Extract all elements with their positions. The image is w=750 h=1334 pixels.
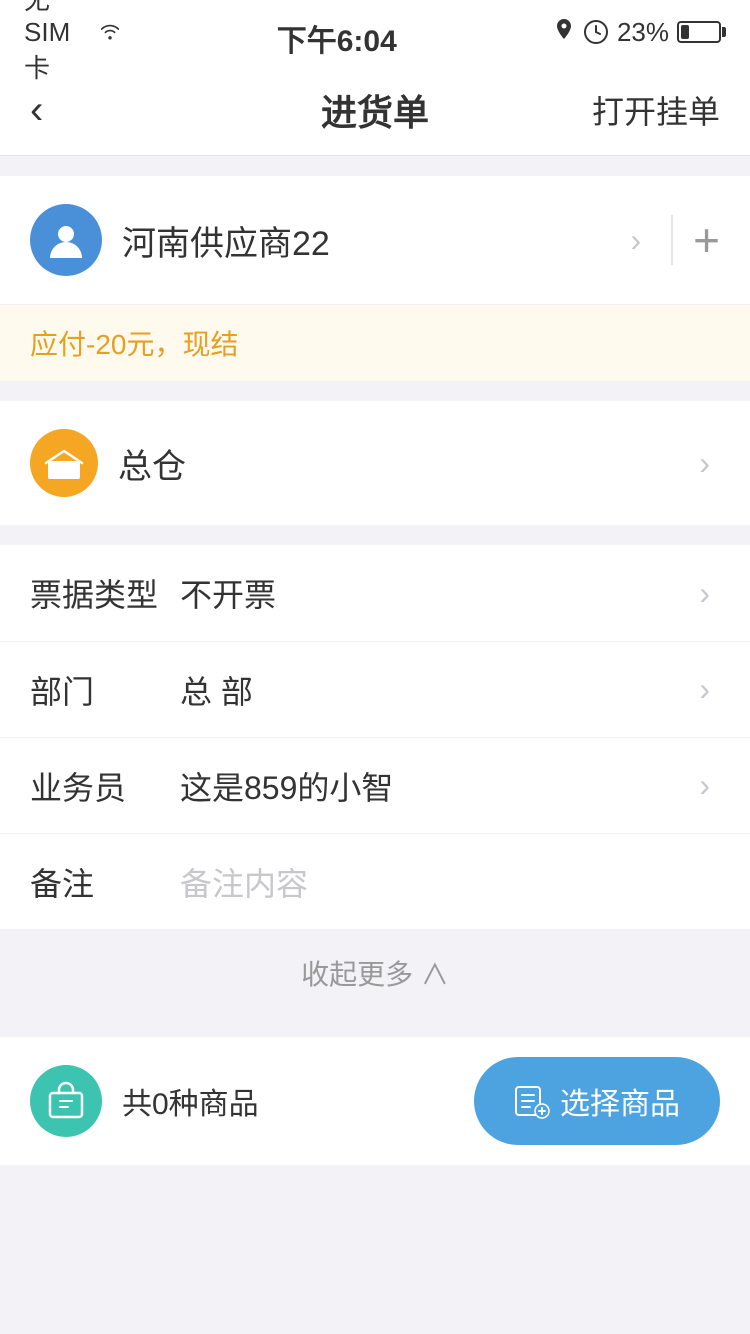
- cart-icon-wrap: [30, 1065, 102, 1137]
- shopping-bag-icon: [44, 1079, 88, 1123]
- department-chevron-icon: ›: [699, 671, 710, 708]
- salesperson-chevron-icon: ›: [699, 767, 710, 804]
- battery-label: 23%: [617, 17, 669, 48]
- collapse-row[interactable]: 收起更多 ∧: [0, 929, 750, 1017]
- open-pending-button[interactable]: 打开挂单: [592, 87, 720, 133]
- add-supplier-button[interactable]: +: [693, 217, 720, 263]
- supplier-card: 河南供应商22 › + 应付-20元，现结: [0, 176, 750, 381]
- battery-icon: [677, 21, 726, 43]
- collapse-label: 收起更多 ∧: [301, 953, 449, 993]
- wifi-icon: [100, 19, 120, 45]
- warehouse-card: 总仓 ›: [0, 401, 750, 525]
- invoice-type-label: 票据类型: [30, 570, 160, 616]
- select-product-button[interactable]: 选择商品: [474, 1057, 720, 1145]
- section-gap-2: [0, 381, 750, 401]
- clock-icon: [583, 19, 609, 45]
- invoice-type-chevron-icon: ›: [699, 575, 710, 612]
- supplier-name: 河南供应商22: [122, 216, 630, 265]
- remark-value: 备注内容: [160, 859, 720, 905]
- salesperson-value: 这是859的小智: [160, 763, 699, 809]
- supplier-chevron-icon: ›: [630, 222, 641, 259]
- department-row[interactable]: 部门 总 部 ›: [0, 641, 750, 737]
- location-icon: [553, 19, 575, 45]
- invoice-type-row[interactable]: 票据类型 不开票 ›: [0, 545, 750, 641]
- time-label: 下午6:04: [277, 16, 397, 60]
- select-product-icon: [514, 1083, 550, 1119]
- select-product-label: 选择商品: [560, 1079, 680, 1123]
- product-count-label: 共0种商品: [122, 1079, 454, 1123]
- section-gap-4: [0, 1017, 750, 1037]
- back-button[interactable]: ‹: [30, 90, 43, 130]
- remark-label: 备注: [30, 859, 160, 905]
- department-value: 总 部: [160, 667, 699, 713]
- divider: [671, 215, 673, 265]
- salesperson-label: 业务员: [30, 763, 160, 809]
- supplier-avatar: [30, 204, 102, 276]
- carrier-label: 无 SIM 卡: [24, 0, 90, 85]
- bottom-bar: 共0种商品 选择商品: [0, 1037, 750, 1165]
- section-gap-1: [0, 156, 750, 176]
- warehouse-chevron-icon: ›: [699, 445, 710, 482]
- supplier-notice: 应付-20元，现结: [0, 305, 750, 381]
- status-left: 无 SIM 卡: [24, 0, 121, 85]
- remark-row[interactable]: 备注 备注内容: [0, 833, 750, 929]
- form-card: 票据类型 不开票 › 部门 总 部 › 业务员 这是859的小智 › 备注 备注…: [0, 545, 750, 929]
- warehouse-row[interactable]: 总仓 ›: [0, 401, 750, 525]
- status-right: 23%: [553, 17, 726, 48]
- salesperson-row[interactable]: 业务员 这是859的小智 ›: [0, 737, 750, 833]
- status-bar: 无 SIM 卡 下午6:04 23%: [0, 0, 750, 64]
- warehouse-name: 总仓: [118, 439, 699, 488]
- page-title: 进货单: [321, 84, 429, 136]
- department-label: 部门: [30, 667, 160, 713]
- invoice-type-value: 不开票: [160, 570, 699, 616]
- warehouse-icon: [30, 429, 98, 497]
- supplier-row[interactable]: 河南供应商22 › +: [0, 176, 750, 305]
- section-gap-3: [0, 525, 750, 545]
